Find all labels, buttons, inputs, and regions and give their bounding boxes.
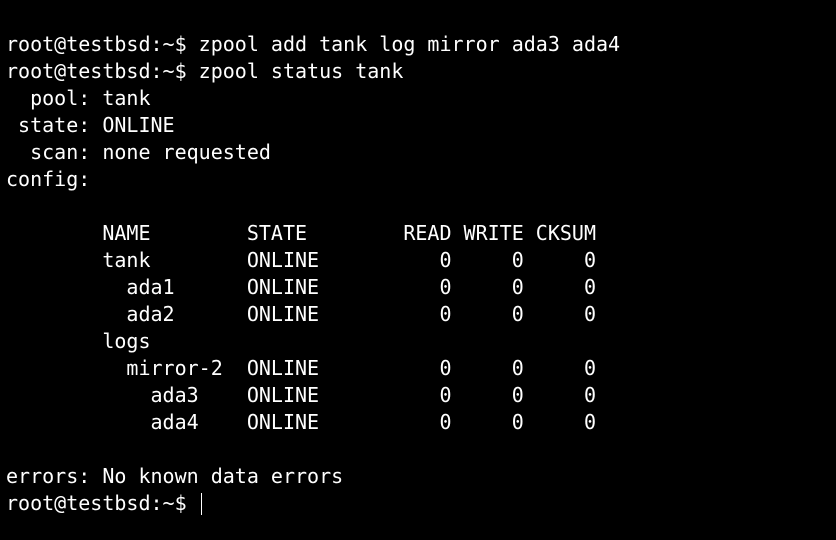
errors-label: errors: [6, 464, 90, 488]
scan-value: none requested [102, 140, 271, 164]
prompt: root@testbsd:~$ [6, 491, 199, 515]
scan-label: scan: [6, 140, 90, 164]
command-2: zpool status tank [199, 59, 404, 83]
command-1: zpool add tank log mirror ada3 ada4 [199, 32, 620, 56]
state-value: ONLINE [102, 113, 174, 137]
cursor[interactable] [201, 493, 202, 515]
config-label: config: [6, 167, 90, 191]
errors-value: No known data errors [102, 464, 343, 488]
prompt: root@testbsd:~$ [6, 32, 199, 56]
state-label: state: [6, 113, 90, 137]
pool-label: pool: [6, 86, 90, 110]
terminal[interactable]: root@testbsd:~$ zpool add tank log mirro… [0, 0, 836, 521]
pool-value: tank [102, 86, 150, 110]
zpool-config-table: NAME STATE READ WRITE CKSUM tank ONLINE … [6, 221, 596, 434]
prompt: root@testbsd:~$ [6, 59, 199, 83]
